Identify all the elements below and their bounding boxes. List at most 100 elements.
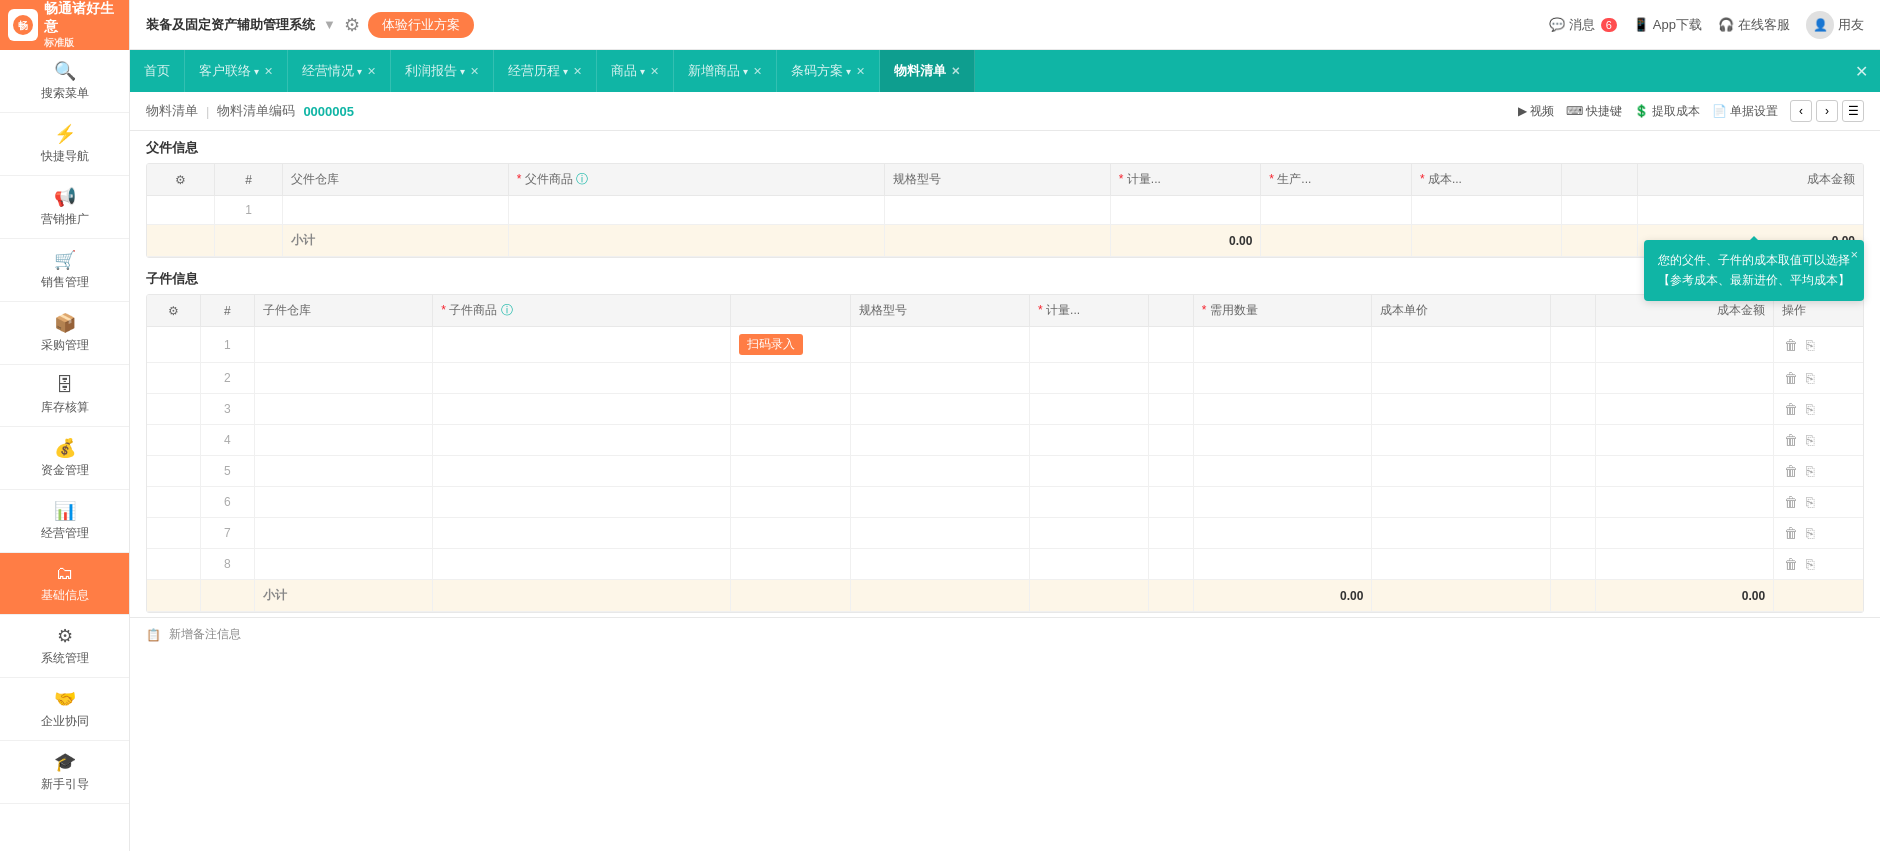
view-action[interactable]: ▶ 视频 (1518, 103, 1554, 120)
tab-products[interactable]: 商品 ▾ ✕ (597, 50, 674, 92)
td-child-warehouse[interactable] (254, 394, 433, 425)
td-child-product[interactable] (433, 327, 731, 363)
td-unit[interactable] (1110, 196, 1261, 225)
scan-input-button[interactable]: 扫码录入 (739, 334, 803, 355)
tab-profit[interactable]: 利润报告 ▾ ✕ (391, 50, 494, 92)
copy-icon[interactable]: ⎘ (1806, 525, 1814, 541)
tab-home[interactable]: 首页 (130, 50, 185, 92)
td-child-warehouse[interactable] (254, 456, 433, 487)
td-child-unit-cost[interactable] (1372, 456, 1551, 487)
td-child-unit-cost[interactable] (1372, 327, 1551, 363)
td-child-warehouse[interactable] (254, 549, 433, 580)
td-child-qty[interactable] (1193, 394, 1372, 425)
td-child-unit-cost[interactable] (1372, 549, 1551, 580)
delete-icon[interactable]: 🗑 (1784, 556, 1798, 572)
td-child-spec[interactable] (851, 487, 1030, 518)
td-production[interactable] (1261, 196, 1412, 225)
td-child-qty[interactable] (1193, 327, 1372, 363)
user-action[interactable]: 👤 用友 (1806, 11, 1864, 39)
tab-history[interactable]: 经营历程 ▾ ✕ (494, 50, 597, 92)
td-child-qty[interactable] (1193, 518, 1372, 549)
sidebar-item-sales[interactable]: 🛒 销售管理 (0, 239, 129, 302)
td-child-unit-cost[interactable] (1372, 487, 1551, 518)
prev-button[interactable]: ‹ (1790, 100, 1812, 122)
service-action[interactable]: 🎧 在线客服 (1718, 16, 1790, 34)
delete-icon[interactable]: 🗑 (1784, 494, 1798, 510)
sidebar-item-marketing[interactable]: 📢 营销推广 (0, 176, 129, 239)
th-child-settings[interactable]: ⚙ (147, 295, 201, 327)
td-child-product[interactable] (433, 518, 731, 549)
tab-bom[interactable]: 物料清单 ✕ (880, 50, 975, 92)
td-child-product[interactable] (433, 363, 731, 394)
td-child-unit[interactable] (1030, 327, 1149, 363)
sidebar-item-basic[interactable]: 🗂 基础信息 (0, 553, 129, 615)
td-child-product[interactable] (433, 487, 731, 518)
app-download-action[interactable]: 📱 App下载 (1633, 16, 1702, 34)
td-child-spec[interactable] (851, 327, 1030, 363)
sidebar-item-operation[interactable]: 📊 经营管理 (0, 490, 129, 553)
tab-close-icon[interactable]: ✕ (753, 65, 762, 78)
td-child-spec[interactable] (851, 549, 1030, 580)
copy-icon[interactable]: ⎘ (1806, 401, 1814, 417)
sidebar-item-finance[interactable]: 💰 资金管理 (0, 427, 129, 490)
td-child-unit[interactable] (1030, 518, 1149, 549)
delete-icon[interactable]: 🗑 (1784, 370, 1798, 386)
td-parent-warehouse[interactable] (282, 196, 508, 225)
delete-icon[interactable]: 🗑 (1784, 525, 1798, 541)
sidebar-item-inventory[interactable]: 🗄 库存核算 (0, 365, 129, 427)
td-child-warehouse[interactable] (254, 518, 433, 549)
tab-close-icon[interactable]: ✕ (951, 65, 960, 78)
copy-icon[interactable]: ⎘ (1806, 494, 1814, 510)
td-child-warehouse[interactable] (254, 487, 433, 518)
td-child-unit-cost[interactable] (1372, 394, 1551, 425)
td-child-unit[interactable] (1030, 456, 1149, 487)
shortcut-action[interactable]: ⌨ 快捷键 (1566, 103, 1622, 120)
copy-icon[interactable]: ⎘ (1806, 463, 1814, 479)
cost-action[interactable]: 💲 提取成本 (1634, 103, 1700, 120)
td-child-product[interactable] (433, 549, 731, 580)
sidebar-item-guide[interactable]: 🎓 新手引导 (0, 741, 129, 804)
th-settings[interactable]: ⚙ (147, 164, 215, 196)
td-child-warehouse[interactable] (254, 363, 433, 394)
sidebar-item-search[interactable]: 🔍 搜索菜单 (0, 50, 129, 113)
td-child-warehouse[interactable] (254, 425, 433, 456)
td-child-product[interactable] (433, 394, 731, 425)
td-child-unit[interactable] (1030, 394, 1149, 425)
td-child-unit[interactable] (1030, 425, 1149, 456)
tab-close-icon[interactable]: ✕ (470, 65, 479, 78)
td-child-product[interactable] (433, 425, 731, 456)
td-child-unit[interactable] (1030, 549, 1149, 580)
td-child-warehouse[interactable] (254, 327, 433, 363)
td-child-qty[interactable] (1193, 549, 1372, 580)
delete-icon[interactable]: 🗑 (1784, 432, 1798, 448)
sidebar-item-purchase[interactable]: 📦 采购管理 (0, 302, 129, 365)
sidebar-item-collab[interactable]: 🤝 企业协同 (0, 678, 129, 741)
td-child-unit-cost[interactable] (1372, 363, 1551, 394)
tooltip-close-button[interactable]: × (1850, 244, 1858, 266)
next-button[interactable]: › (1816, 100, 1838, 122)
message-action[interactable]: 💬 消息 6 (1549, 16, 1617, 34)
tab-customers[interactable]: 客户联络 ▾ ✕ (185, 50, 288, 92)
tab-close-all-button[interactable]: ✕ (1843, 62, 1880, 81)
td-child-qty[interactable] (1193, 487, 1372, 518)
tab-operations[interactable]: 经营情况 ▾ ✕ (288, 50, 391, 92)
tab-close-icon[interactable]: ✕ (650, 65, 659, 78)
copy-icon[interactable]: ⎘ (1806, 556, 1814, 572)
sidebar-item-quicknav[interactable]: ⚡ 快捷导航 (0, 113, 129, 176)
settings-icon[interactable]: ⚙ (344, 14, 360, 36)
td-child-unit[interactable] (1030, 487, 1149, 518)
delete-icon[interactable]: 🗑 (1784, 401, 1798, 417)
trial-button[interactable]: 体验行业方案 (368, 12, 474, 38)
copy-icon[interactable]: ⎘ (1806, 370, 1814, 386)
td-child-spec[interactable] (851, 456, 1030, 487)
td-child-spec[interactable] (851, 394, 1030, 425)
tab-barcode[interactable]: 条码方案 ▾ ✕ (777, 50, 880, 92)
tab-close-icon[interactable]: ✕ (264, 65, 273, 78)
td-child-qty[interactable] (1193, 363, 1372, 394)
copy-icon[interactable]: ⎘ (1806, 337, 1814, 353)
td-parent-product[interactable] (508, 196, 884, 225)
td-child-qty[interactable] (1193, 456, 1372, 487)
menu-button[interactable]: ☰ (1842, 100, 1864, 122)
sidebar-item-system[interactable]: ⚙ 系统管理 (0, 615, 129, 678)
tab-close-icon[interactable]: ✕ (856, 65, 865, 78)
